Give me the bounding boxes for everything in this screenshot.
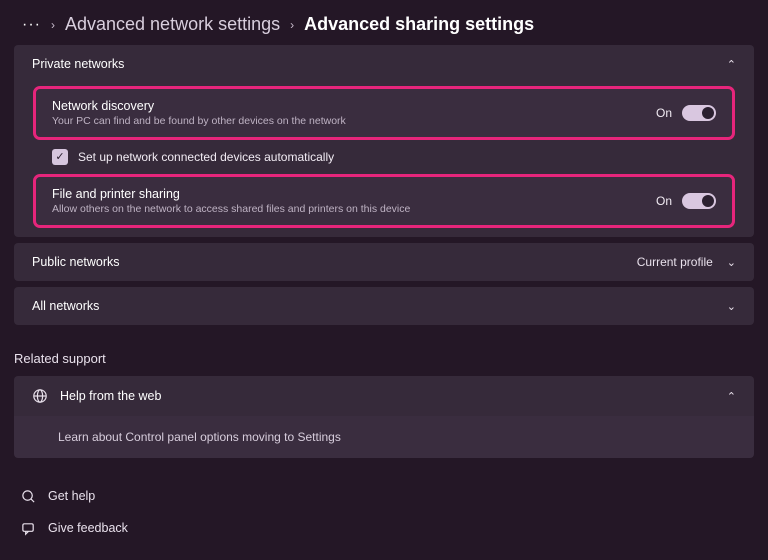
all-networks-header[interactable]: All networks ⌄ — [14, 287, 754, 325]
chevron-down-icon: ⌄ — [727, 300, 736, 313]
get-help-label: Get help — [48, 489, 95, 503]
private-networks-panel: Private networks ⌃ Network discovery You… — [14, 45, 754, 237]
file-printer-sharing-toggle[interactable] — [682, 193, 716, 209]
breadcrumb: ··· › Advanced network settings › Advanc… — [0, 0, 768, 45]
public-networks-header[interactable]: Public networks Current profile ⌄ — [14, 243, 754, 281]
learn-control-panel-link[interactable]: Learn about Control panel options moving… — [14, 416, 754, 458]
public-networks-title: Public networks — [32, 255, 120, 269]
file-printer-sharing-row: File and printer sharing Allow others on… — [36, 177, 732, 225]
file-printer-sharing-state: On — [656, 194, 672, 208]
globe-icon — [32, 388, 48, 404]
help-from-web-title: Help from the web — [60, 389, 161, 403]
give-feedback-link[interactable]: Give feedback — [14, 512, 754, 544]
chevron-up-icon: ⌃ — [727, 390, 736, 403]
auto-setup-label: Set up network connected devices automat… — [78, 150, 334, 164]
breadcrumb-current: Advanced sharing settings — [304, 14, 534, 35]
more-icon[interactable]: ··· — [22, 16, 41, 34]
give-feedback-label: Give feedback — [48, 521, 128, 535]
breadcrumb-parent[interactable]: Advanced network settings — [65, 14, 280, 35]
private-networks-header[interactable]: Private networks ⌃ — [14, 45, 754, 83]
help-from-web-panel: Help from the web ⌃ — [14, 376, 754, 416]
auto-setup-checkbox[interactable]: ✓ — [52, 149, 68, 165]
network-discovery-row: Network discovery Your PC can find and b… — [36, 89, 732, 137]
footer-links: Get help Give feedback — [0, 464, 768, 560]
public-networks-panel: Public networks Current profile ⌄ — [14, 243, 754, 281]
file-printer-sharing-title: File and printer sharing — [52, 187, 410, 201]
get-help-link[interactable]: Get help — [14, 480, 754, 512]
related-support-heading: Related support — [0, 331, 768, 376]
auto-setup-row: ✓ Set up network connected devices autom… — [52, 143, 732, 171]
chevron-right-icon: › — [290, 18, 294, 32]
private-networks-title: Private networks — [32, 57, 124, 71]
help-icon — [20, 488, 36, 504]
network-discovery-toggle[interactable] — [682, 105, 716, 121]
all-networks-panel: All networks ⌄ — [14, 287, 754, 325]
network-discovery-title: Network discovery — [52, 99, 346, 113]
network-discovery-desc: Your PC can find and be found by other d… — [52, 115, 346, 127]
network-discovery-state: On — [656, 106, 672, 120]
file-printer-sharing-desc: Allow others on the network to access sh… — [52, 203, 410, 215]
all-networks-title: All networks — [32, 299, 99, 313]
chevron-down-icon: ⌄ — [727, 256, 736, 269]
help-from-web-header[interactable]: Help from the web ⌃ — [14, 376, 754, 416]
chevron-up-icon: ⌃ — [727, 58, 736, 71]
current-profile-badge: Current profile — [637, 255, 713, 269]
chevron-right-icon: › — [51, 18, 55, 32]
